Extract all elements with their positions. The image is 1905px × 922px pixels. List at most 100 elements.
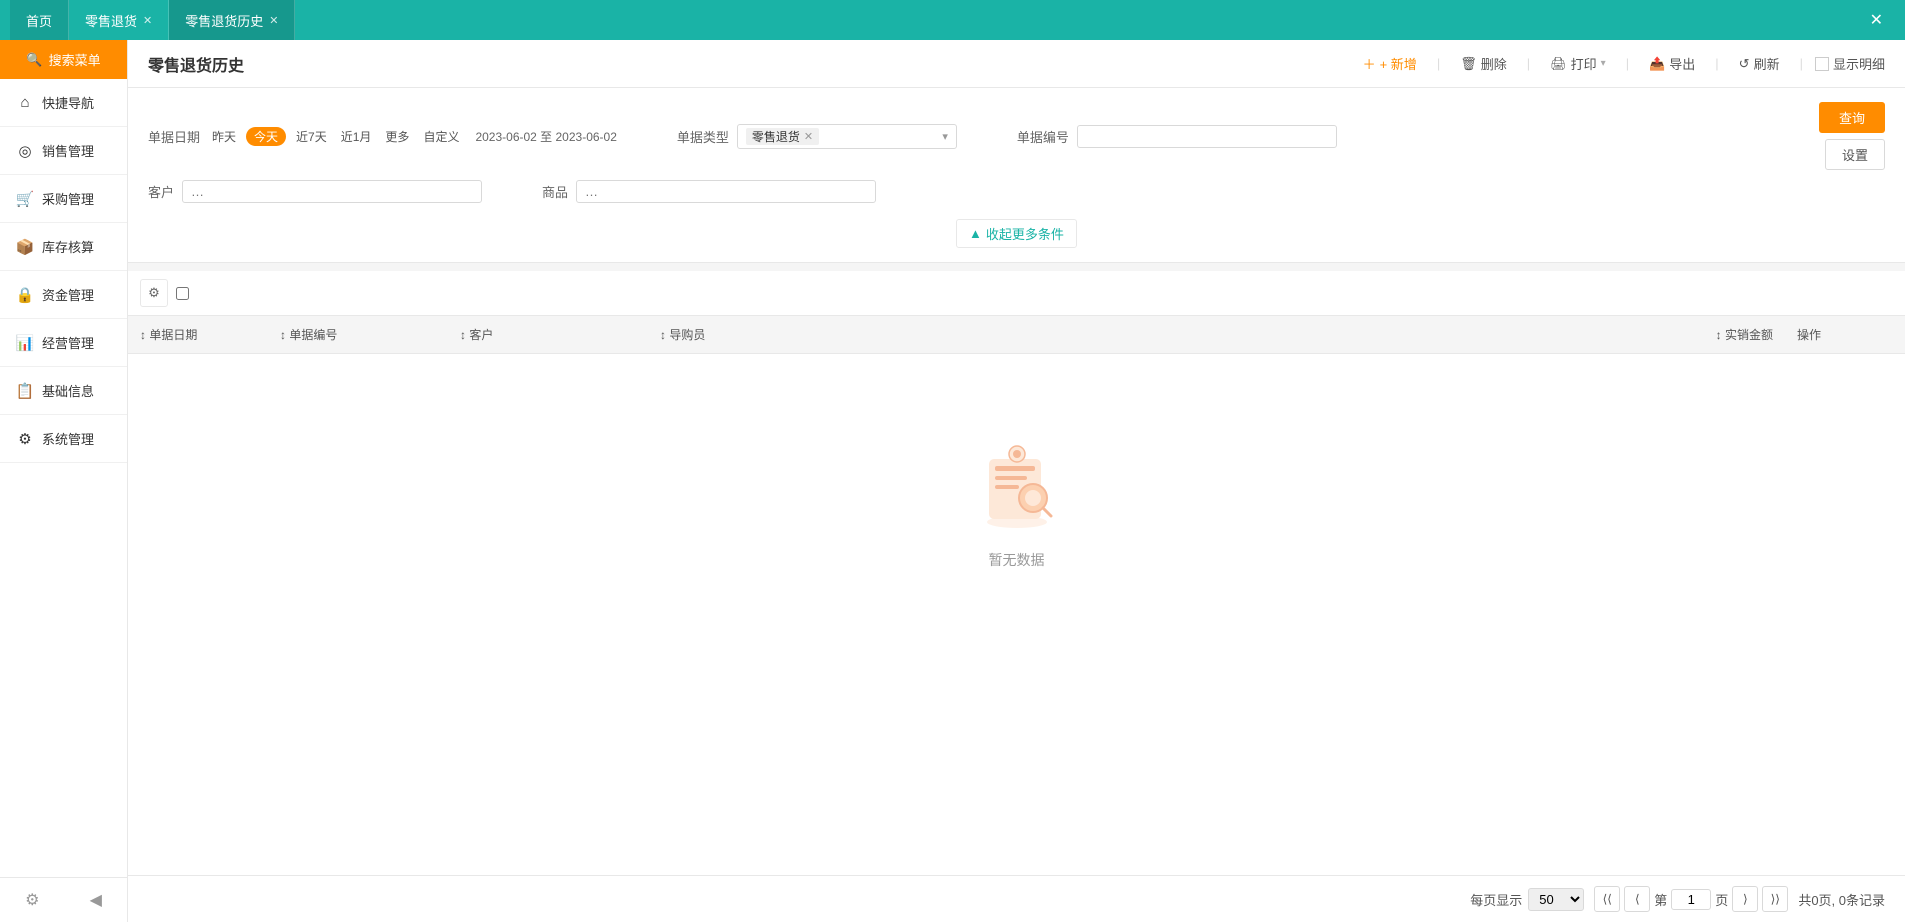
settings-button[interactable]: 设置 [1825,139,1885,170]
code-filter-label: 单据编号 [1017,127,1069,146]
top-bar: 首页 零售退货 ✕ 零售退货历史 ✕ ✕ [0,0,1905,40]
tab-retail-return-label: 零售退货 [85,11,137,30]
sidebar-item-inventory[interactable]: 📦 库存核算 [0,223,127,271]
date-opt-yesterday[interactable]: 昨天 [208,127,240,146]
page-size-selector: 每页显示 20 50 100 [1470,888,1584,911]
collapse-row: ▲ 收起更多条件 [148,213,1885,254]
refresh-label: 刷新 [1754,54,1780,73]
goods-filter-label: 商品 [542,182,568,201]
tab-retail-return[interactable]: 零售退货 ✕ [69,0,169,40]
sales-icon: ◎ [16,142,34,160]
collapse-button[interactable]: ▲ 收起更多条件 [956,219,1077,248]
filter-row-2: 客户 商品 [148,180,1885,203]
new-button[interactable]: ＋ + 新增 [1355,50,1425,77]
export-label: 导出 [1669,54,1695,73]
col-action-label: 操作 [1797,328,1821,342]
collapse-icon: ▲ [969,226,982,241]
type-select[interactable]: 零售退货 ✕ ▾ [737,124,957,149]
page-last-button[interactable]: ⟩⟩ [1762,886,1788,912]
sidebar-item-system[interactable]: ⚙ 系统管理 [0,415,127,463]
query-set-buttons: 查询 设置 [1819,102,1885,170]
table-header: ↕ 单据日期 ↕ 单据编号 ↕ 客户 ↕ 导购员 ↕ 实销金额 [128,316,1905,354]
page-unit: 页 [1715,890,1728,909]
sidebar-item-sales[interactable]: ◎ 销售管理 [0,127,127,175]
page-input-group: 第 页 [1654,889,1728,910]
col-code: ↕ 单据编号 [268,316,448,354]
page-actions: ＋ + 新增 | 🗑 删除 | 🖨 打印 ▾ | 📤 导出 [1355,50,1885,77]
page-first-button[interactable]: ⟨⟨ [1594,886,1620,912]
table-toolbar: ⚙ [128,271,1905,316]
settings-bottom-icon[interactable]: ⚙ [25,890,39,910]
pagination-nav: ⟨⟨ ⟨ 第 页 ⟩ ⟩⟩ [1594,886,1788,912]
type-tag-close[interactable]: ✕ [804,130,813,143]
date-opt-custom[interactable]: 自定义 [419,127,463,146]
refresh-button[interactable]: ↺ 刷新 [1731,50,1788,77]
type-filter: 单据类型 零售退货 ✕ ▾ [677,124,957,149]
top-bar-close[interactable]: ✕ [1858,10,1895,30]
code-input[interactable] [1086,129,1328,144]
sidebar-item-quick-nav-label: 快捷导航 [42,93,94,112]
delete-icon: 🗑 [1460,56,1477,72]
col-code-label: ↕ 单据编号 [280,328,337,342]
pagination-area: 每页显示 20 50 100 ⟨⟨ ⟨ 第 页 ⟩ ⟩⟩ 共0页, 0条记录 [128,875,1905,922]
sidebar-item-finance-label: 资金管理 [42,285,94,304]
tab-retail-return-history-close[interactable]: ✕ [269,14,278,27]
customer-input[interactable] [191,184,473,199]
query-button[interactable]: 查询 [1819,102,1885,133]
show-detail-checkbox[interactable] [1815,57,1829,71]
sidebar-item-system-label: 系统管理 [42,429,94,448]
tab-retail-return-history[interactable]: 零售退货历史 ✕ [169,0,295,40]
select-all-checkbox[interactable] [176,287,189,300]
export-button[interactable]: 📤 导出 [1641,50,1703,77]
page-total: 共0页, 0条记录 [1798,890,1885,909]
sidebar-item-operations[interactable]: 📊 经营管理 [0,319,127,367]
sidebar: 🔍 搜索菜单 ⌂ 快捷导航 ◎ 销售管理 🛒 采购管理 📦 库存 [0,40,128,922]
customer-filter-label: 客户 [148,182,174,201]
goods-input[interactable] [585,184,867,199]
col-action: 操作 [1785,316,1905,354]
filter-row-1: 单据日期 昨天 今天 近7天 近1月 更多 自定义 2023-06-02 至 2… [148,102,1885,170]
operations-icon: 📊 [16,334,34,352]
filter-area: 单据日期 昨天 今天 近7天 近1月 更多 自定义 2023-06-02 至 2… [128,88,1905,263]
sidebar-item-purchase-label: 采购管理 [42,189,94,208]
search-icon: 🔍 [26,52,42,68]
page-prev-button[interactable]: ⟨ [1624,886,1650,912]
refresh-icon: ↺ [1739,56,1750,72]
sidebar-search[interactable]: 🔍 搜索菜单 [0,40,127,79]
tab-home-label: 首页 [26,11,52,30]
sidebar-menu: ⌂ 快捷导航 ◎ 销售管理 🛒 采购管理 📦 库存核算 🔒 资金管理 [0,79,127,463]
delete-button[interactable]: 🗑 删除 [1452,50,1515,77]
inventory-icon: 📦 [16,238,34,256]
date-opt-more[interactable]: 更多 [381,127,413,146]
tab-home[interactable]: 首页 [10,0,69,40]
date-opt-1month[interactable]: 近1月 [337,127,376,146]
print-button[interactable]: 🖨 打印 ▾ [1542,50,1614,77]
code-filter: 单据编号 [1017,125,1337,148]
show-detail-toggle[interactable]: 显示明细 [1815,54,1885,73]
new-icon: ＋ [1363,54,1376,73]
type-filter-label: 单据类型 [677,127,729,146]
page-number-input[interactable] [1671,889,1711,910]
collapse-sidebar-icon[interactable]: ◀ [90,890,102,910]
sidebar-item-purchase[interactable]: 🛒 采购管理 [0,175,127,223]
tab-retail-return-close[interactable]: ✕ [143,14,152,27]
sidebar-item-basic-info[interactable]: 📋 基础信息 [0,367,127,415]
col-amount: ↕ 实销金额 [1645,316,1785,354]
sidebar-item-quick-nav[interactable]: ⌂ 快捷导航 [0,79,127,127]
export-icon: 📤 [1649,56,1665,72]
col-date: ↕ 单据日期 [128,316,268,354]
col-date-label: ↕ 单据日期 [140,328,197,342]
date-opt-7days[interactable]: 近7天 [292,127,331,146]
purchase-icon: 🛒 [16,190,34,208]
finance-icon: 🔒 [16,286,34,304]
tab-retail-return-history-label: 零售退货历史 [185,11,263,30]
page-next-button[interactable]: ⟩ [1732,886,1758,912]
type-dropdown-arrow: ▾ [942,130,948,143]
date-filter-label: 单据日期 [148,127,200,146]
col-customer: ↕ 客户 [448,316,648,354]
sidebar-item-finance[interactable]: 🔒 资金管理 [0,271,127,319]
date-opt-today[interactable]: 今天 [246,127,286,146]
table-settings-icon[interactable]: ⚙ [140,279,168,307]
sidebar-item-basic-info-label: 基础信息 [42,381,94,400]
page-size-select[interactable]: 20 50 100 [1528,888,1584,911]
